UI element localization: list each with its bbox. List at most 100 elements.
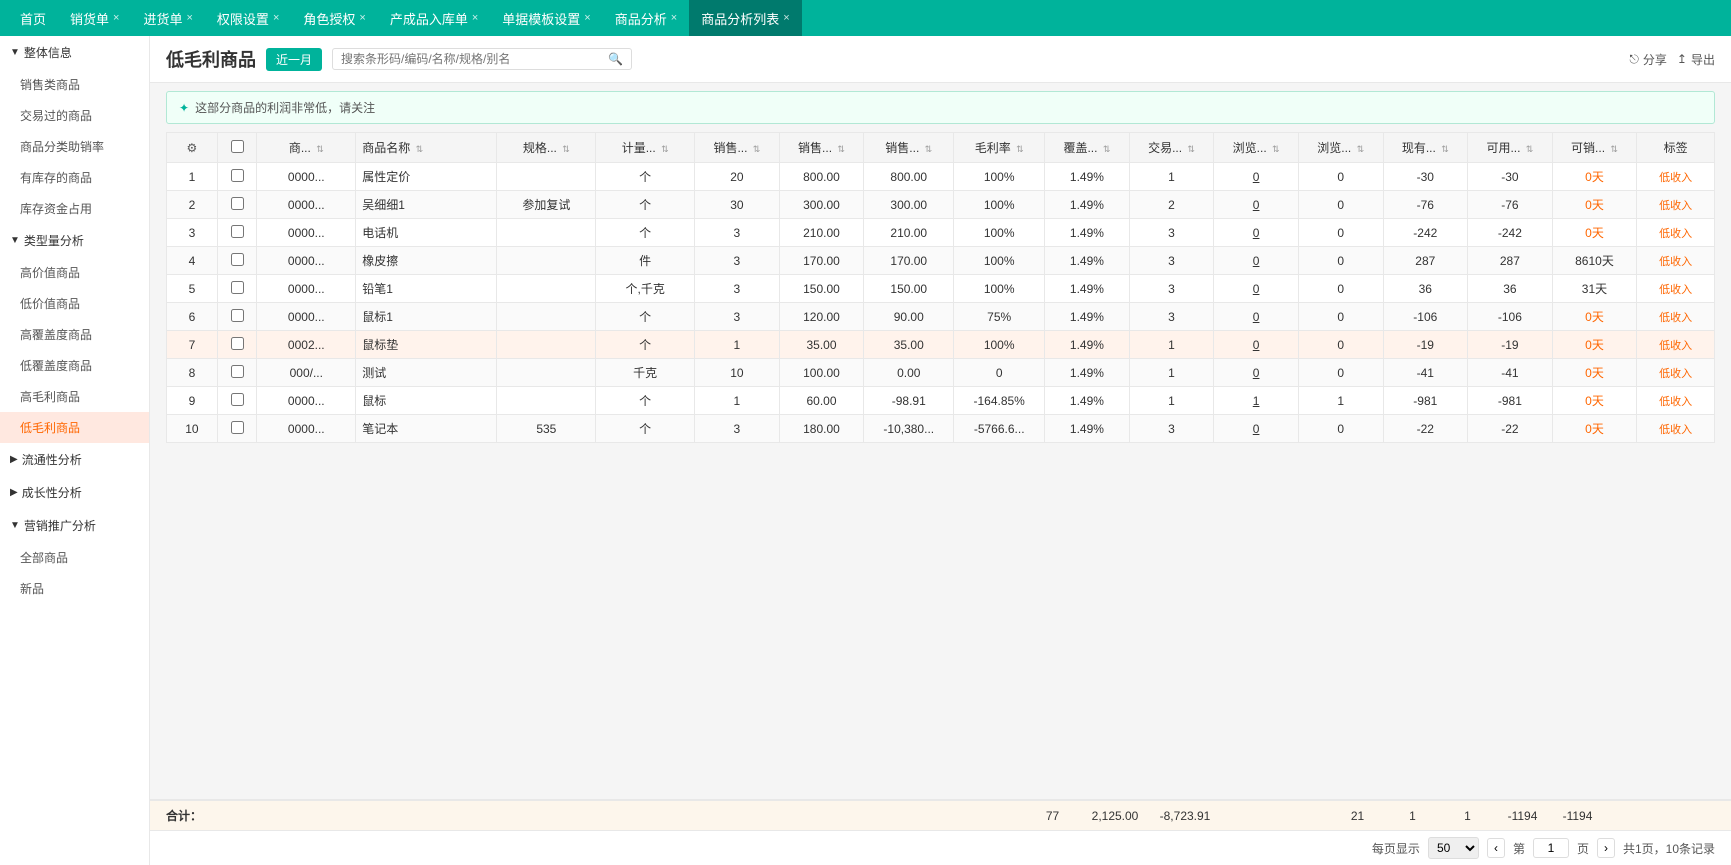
sidebar-group-liquidity[interactable]: ▶ 流通性分析 bbox=[0, 443, 149, 476]
row-select-checkbox[interactable] bbox=[231, 197, 244, 210]
sidebar-item-traded-goods[interactable]: 交易过的商品 bbox=[0, 100, 149, 131]
row-views1[interactable]: 0 bbox=[1214, 163, 1299, 191]
sort-icon[interactable]: ⇅ bbox=[1187, 144, 1195, 154]
row-checkbox[interactable] bbox=[217, 331, 257, 359]
share-button[interactable]: ⎋ 分享 bbox=[1629, 51, 1667, 68]
search-icon[interactable]: 🔍 bbox=[608, 52, 623, 66]
th-select-all[interactable] bbox=[217, 133, 257, 163]
sidebar-item-stocked-goods[interactable]: 有库存的商品 bbox=[0, 162, 149, 193]
th-available[interactable]: 可用... ⇅ bbox=[1468, 133, 1553, 163]
close-icon[interactable]: × bbox=[584, 12, 590, 24]
sidebar-group-marketing[interactable]: ▼ 营销推广分析 bbox=[0, 509, 149, 542]
sidebar-item-high-margin[interactable]: 高毛利商品 bbox=[0, 381, 149, 412]
row-views1[interactable]: 0 bbox=[1214, 359, 1299, 387]
sidebar-item-inventory-capital[interactable]: 库存资金占用 bbox=[0, 193, 149, 224]
nav-permissions[interactable]: 权限设置 × bbox=[205, 0, 291, 36]
sort-icon[interactable]: ⇅ bbox=[753, 144, 761, 154]
nav-template-settings[interactable]: 单据模板设置 × bbox=[490, 0, 602, 36]
th-sales-profit[interactable]: 销售... ⇅ bbox=[864, 133, 954, 163]
nav-product-entry[interactable]: 产成品入库单 × bbox=[378, 0, 490, 36]
close-icon[interactable]: × bbox=[113, 12, 119, 24]
sidebar-item-category-rate[interactable]: 商品分类助销率 bbox=[0, 131, 149, 162]
sidebar-item-low-coverage[interactable]: 低覆盖度商品 bbox=[0, 350, 149, 381]
row-select-checkbox[interactable] bbox=[231, 337, 244, 350]
row-select-checkbox[interactable] bbox=[231, 421, 244, 434]
settings-icon[interactable]: ⚙ bbox=[187, 141, 198, 155]
row-views1[interactable]: 0 bbox=[1214, 331, 1299, 359]
sidebar-group-overall[interactable]: ▼ 整体信息 bbox=[0, 36, 149, 69]
sidebar-item-sales-goods[interactable]: 销售类商品 bbox=[0, 69, 149, 100]
th-settings[interactable]: ⚙ bbox=[167, 133, 218, 163]
row-views1[interactable]: 0 bbox=[1214, 303, 1299, 331]
nav-product-analysis-list[interactable]: 商品分析列表 × bbox=[689, 0, 801, 36]
sort-icon[interactable]: ⇅ bbox=[416, 144, 424, 154]
row-select-checkbox[interactable] bbox=[231, 253, 244, 266]
th-gross-margin[interactable]: 毛利率 ⇅ bbox=[954, 133, 1045, 163]
row-select-checkbox[interactable] bbox=[231, 365, 244, 378]
close-icon[interactable]: × bbox=[671, 12, 677, 24]
sort-icon[interactable]: ⇅ bbox=[1103, 144, 1111, 154]
sort-icon[interactable]: ⇅ bbox=[1610, 144, 1618, 154]
row-checkbox[interactable] bbox=[217, 191, 257, 219]
sidebar-group-type-analysis[interactable]: ▼ 类型量分析 bbox=[0, 224, 149, 257]
sidebar-item-low-margin[interactable]: 低毛利商品 bbox=[0, 412, 149, 443]
row-select-checkbox[interactable] bbox=[231, 169, 244, 182]
sort-icon[interactable]: ⇅ bbox=[1357, 144, 1365, 154]
row-views1[interactable]: 0 bbox=[1214, 415, 1299, 443]
sidebar-item-high-value[interactable]: 高价值商品 bbox=[0, 257, 149, 288]
sidebar-group-growth[interactable]: ▶ 成长性分析 bbox=[0, 476, 149, 509]
close-icon[interactable]: × bbox=[472, 12, 478, 24]
export-button[interactable]: ↥ 导出 bbox=[1677, 51, 1715, 68]
select-all-checkbox[interactable] bbox=[231, 140, 244, 153]
th-code[interactable]: 商... ⇅ bbox=[257, 133, 356, 163]
sort-icon[interactable]: ⇅ bbox=[1441, 144, 1449, 154]
row-checkbox[interactable] bbox=[217, 275, 257, 303]
nav-purchase-order[interactable]: 进货单 × bbox=[131, 0, 204, 36]
nav-home[interactable]: 首页 bbox=[8, 0, 58, 36]
row-checkbox[interactable] bbox=[217, 303, 257, 331]
sort-icon[interactable]: ⇅ bbox=[1016, 144, 1024, 154]
sort-icon[interactable]: ⇅ bbox=[837, 144, 845, 154]
date-filter-button[interactable]: 近一月 bbox=[266, 48, 322, 71]
sidebar-item-all-goods[interactable]: 全部商品 bbox=[0, 542, 149, 573]
sort-icon[interactable]: ⇅ bbox=[562, 144, 570, 154]
nav-product-analysis[interactable]: 商品分析 × bbox=[603, 0, 689, 36]
sort-icon[interactable]: ⇅ bbox=[661, 144, 669, 154]
th-saleable[interactable]: 可销... ⇅ bbox=[1552, 133, 1637, 163]
search-input[interactable] bbox=[341, 52, 604, 66]
row-views1[interactable]: 0 bbox=[1214, 275, 1299, 303]
row-checkbox[interactable] bbox=[217, 359, 257, 387]
th-coverage[interactable]: 覆盖... ⇅ bbox=[1045, 133, 1130, 163]
row-views1[interactable]: 0 bbox=[1214, 247, 1299, 275]
row-select-checkbox[interactable] bbox=[231, 281, 244, 294]
th-transaction[interactable]: 交易... ⇅ bbox=[1129, 133, 1214, 163]
sort-icon[interactable]: ⇅ bbox=[1526, 144, 1534, 154]
sidebar-item-new-goods[interactable]: 新品 bbox=[0, 573, 149, 604]
th-tag[interactable]: 标签 bbox=[1637, 133, 1715, 163]
row-select-checkbox[interactable] bbox=[231, 309, 244, 322]
sidebar-item-high-coverage[interactable]: 高覆盖度商品 bbox=[0, 319, 149, 350]
row-views1[interactable]: 1 bbox=[1214, 387, 1299, 415]
th-sales-count[interactable]: 销售... ⇅ bbox=[695, 133, 780, 163]
row-views1[interactable]: 0 bbox=[1214, 191, 1299, 219]
th-views2[interactable]: 浏览... ⇅ bbox=[1298, 133, 1383, 163]
close-icon[interactable]: × bbox=[783, 12, 789, 24]
th-unit[interactable]: 计量... ⇅ bbox=[596, 133, 695, 163]
th-current[interactable]: 现有... ⇅ bbox=[1383, 133, 1468, 163]
page-number-input[interactable] bbox=[1533, 838, 1569, 858]
row-select-checkbox[interactable] bbox=[231, 225, 244, 238]
close-icon[interactable]: × bbox=[273, 12, 279, 24]
row-checkbox[interactable] bbox=[217, 387, 257, 415]
row-checkbox[interactable] bbox=[217, 247, 257, 275]
sort-icon[interactable]: ⇅ bbox=[316, 144, 324, 154]
per-page-select[interactable]: 50 20 100 bbox=[1428, 837, 1479, 859]
th-views1[interactable]: 浏览... ⇅ bbox=[1214, 133, 1299, 163]
row-checkbox[interactable] bbox=[217, 163, 257, 191]
sort-icon[interactable]: ⇅ bbox=[925, 144, 933, 154]
nav-sales-order[interactable]: 销货单 × bbox=[58, 0, 131, 36]
sidebar-item-low-value[interactable]: 低价值商品 bbox=[0, 288, 149, 319]
row-select-checkbox[interactable] bbox=[231, 393, 244, 406]
close-icon[interactable]: × bbox=[359, 12, 365, 24]
close-icon[interactable]: × bbox=[186, 12, 192, 24]
next-page-button[interactable]: › bbox=[1597, 838, 1615, 858]
